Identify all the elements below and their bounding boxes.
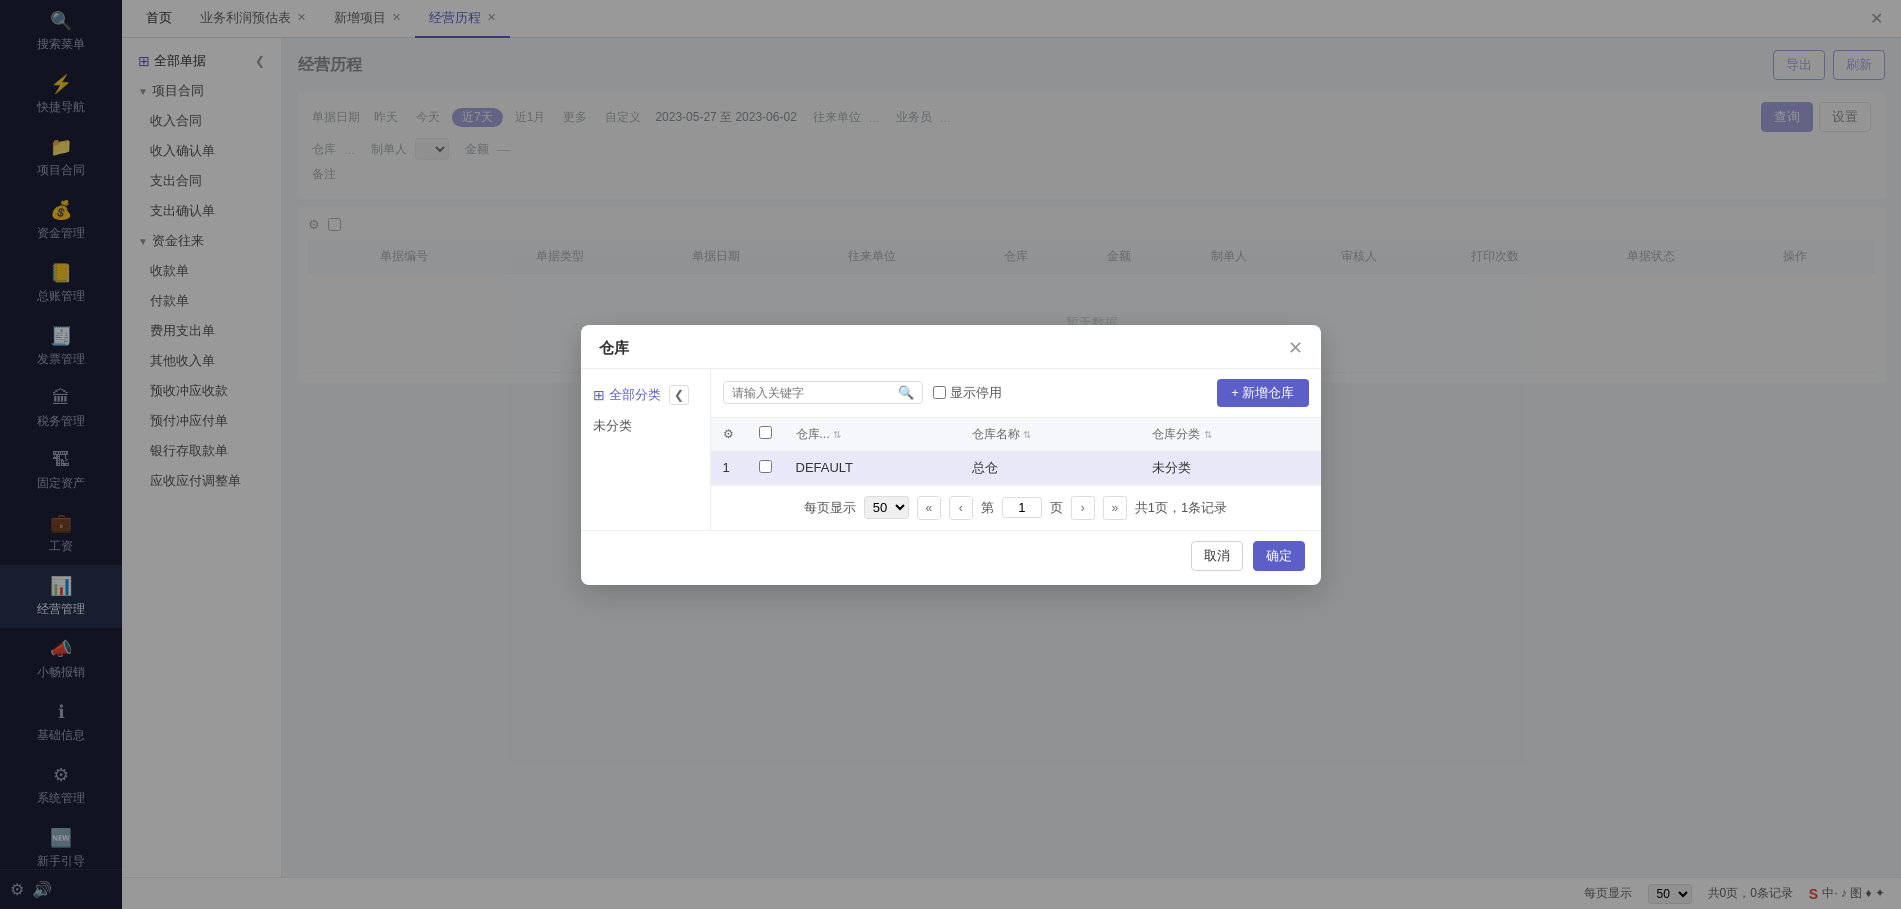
wh-col-category: 仓库分类 ⇅	[1140, 418, 1320, 452]
dialog-pagination: 每页显示 50 « ‹ 第 页 › » 共1页，1条记录	[711, 485, 1321, 530]
dialog-per-page-select[interactable]: 50	[864, 496, 909, 519]
wh-row-index: 1	[711, 451, 747, 484]
dialog-close-btn[interactable]: ✕	[1288, 339, 1303, 357]
wh-row-checkbox[interactable]	[759, 460, 772, 473]
warehouse-table: ⚙ 仓库... ⇅ 仓库名称	[711, 418, 1321, 485]
dialog-confirm-btn[interactable]: 确定	[1253, 541, 1305, 571]
category-uncategorized[interactable]: 未分类	[581, 411, 710, 441]
show-disabled-checkbox[interactable]	[933, 386, 946, 399]
dialog-footer: 取消 确定	[581, 530, 1321, 585]
dialog-per-page-label: 每页显示	[804, 499, 856, 517]
dialog-page-suffix: 页	[1050, 499, 1063, 517]
search-input[interactable]	[732, 386, 892, 400]
category-all-label: 全部分类	[609, 386, 661, 404]
dialog-page-label: 第	[981, 499, 994, 517]
dialog-body: ⊞ 全部分类 ❮ 未分类 🔍 显示停用	[581, 369, 1321, 530]
show-disabled-label[interactable]: 显示停用	[933, 384, 1002, 402]
wh-select-all[interactable]	[759, 426, 772, 439]
dialog-last-page-btn[interactable]: »	[1103, 496, 1127, 520]
wh-col-code: 仓库... ⇅	[784, 418, 960, 452]
category-uncategorized-label: 未分类	[593, 418, 632, 433]
dialog-next-page-btn[interactable]: ›	[1071, 496, 1095, 520]
search-box: 🔍	[723, 381, 923, 404]
collapse-btn[interactable]: ❮	[669, 385, 689, 405]
dialog-header: 仓库 ✕	[581, 325, 1321, 369]
wh-row-category: 未分类	[1140, 451, 1320, 484]
dialog-first-page-btn[interactable]: «	[917, 496, 941, 520]
category-panel: ⊞ 全部分类 ❮ 未分类	[581, 369, 711, 530]
search-icon[interactable]: 🔍	[898, 385, 914, 400]
add-warehouse-btn[interactable]: + 新增仓库	[1217, 379, 1308, 407]
wh-settings-icon[interactable]: ⚙	[723, 427, 734, 441]
wh-row-name: 总仓	[960, 451, 1140, 484]
wh-category-sort-icon[interactable]: ⇅	[1204, 429, 1212, 440]
wh-col-settings: ⚙	[711, 418, 747, 452]
dialog-page-input[interactable]	[1002, 497, 1042, 518]
dialog-title: 仓库	[599, 339, 629, 358]
dialog-total-label: 共1页，1条记录	[1135, 499, 1227, 517]
warehouse-panel: 🔍 显示停用 + 新增仓库 ⚙	[711, 369, 1321, 530]
wh-row-code: DEFAULT	[784, 451, 960, 484]
wh-code-sort-icon[interactable]: ⇅	[833, 429, 841, 440]
table-row[interactable]: 1 DEFAULT 总仓 未分类	[711, 451, 1321, 484]
warehouse-dialog: 仓库 ✕ ⊞ 全部分类 ❮ 未分类	[581, 325, 1321, 585]
wh-col-name: 仓库名称 ⇅	[960, 418, 1140, 452]
wh-row-check	[747, 451, 784, 484]
warehouse-toolbar: 🔍 显示停用 + 新增仓库	[711, 369, 1321, 418]
category-all[interactable]: ⊞ 全部分类 ❮	[581, 379, 710, 411]
dialog-prev-page-btn[interactable]: ‹	[949, 496, 973, 520]
wh-col-check	[747, 418, 784, 452]
dialog-cancel-btn[interactable]: 取消	[1191, 541, 1243, 571]
warehouse-table-container: ⚙ 仓库... ⇅ 仓库名称	[711, 418, 1321, 485]
wh-name-sort-icon[interactable]: ⇅	[1023, 429, 1031, 440]
dialog-overlay: 仓库 ✕ ⊞ 全部分类 ❮ 未分类	[0, 0, 1901, 909]
grid-icon: ⊞	[593, 387, 605, 403]
